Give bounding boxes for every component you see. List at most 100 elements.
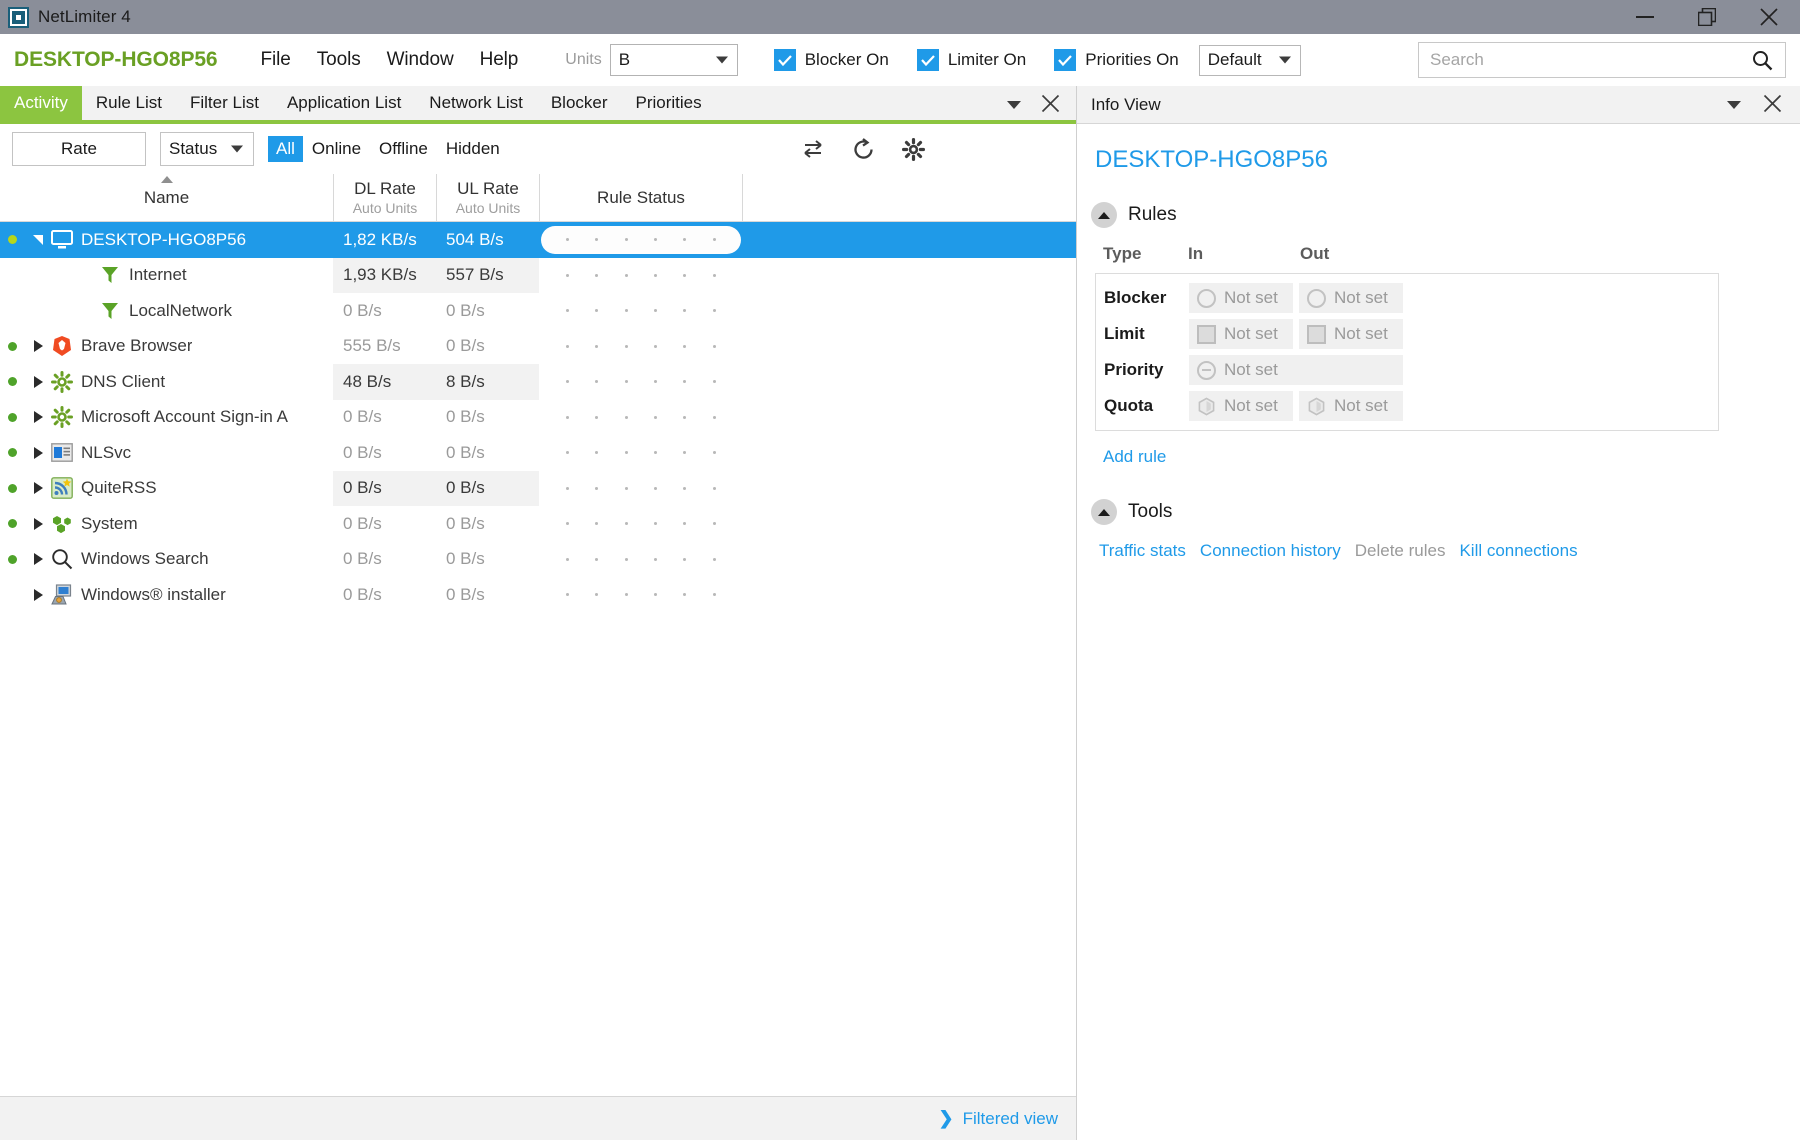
rule-blocker-in-button[interactable]: Not set: [1189, 283, 1293, 313]
menu-file[interactable]: File: [248, 45, 304, 75]
gear-icon[interactable]: [900, 136, 926, 162]
menu-window[interactable]: Window: [374, 45, 467, 75]
expand-arrow-icon[interactable]: [34, 340, 43, 352]
collapse-toggle-rules[interactable]: [1091, 202, 1117, 228]
column-header-name[interactable]: Name: [0, 174, 333, 221]
tab-network-list[interactable]: Network List: [415, 86, 537, 120]
rule-status-pill[interactable]: [541, 510, 741, 538]
expand-arrow-icon[interactable]: [34, 376, 43, 388]
limiter-toggle[interactable]: Limiter On: [917, 49, 1026, 71]
filtered-view-button[interactable]: ❯ Filtered view: [938, 1108, 1058, 1129]
row-rule-status[interactable]: [539, 293, 743, 329]
maximize-button[interactable]: [1676, 0, 1738, 34]
tab-rule-list[interactable]: Rule List: [82, 86, 176, 120]
profile-select[interactable]: Default: [1199, 45, 1301, 76]
row-rule-status[interactable]: [539, 329, 743, 365]
tab-application-list[interactable]: Application List: [273, 86, 415, 120]
rule-quota-in-button[interactable]: Not set: [1189, 391, 1293, 421]
add-rule-link[interactable]: Add rule: [1103, 447, 1166, 467]
rule-status-pill[interactable]: [541, 545, 741, 573]
rule-status-pill[interactable]: [541, 403, 741, 431]
rule-status-pill[interactable]: [541, 581, 741, 609]
search-box[interactable]: [1418, 42, 1786, 78]
rule-status-pill[interactable]: [541, 297, 741, 325]
table-row[interactable]: Windows® installer0 B/s0 B/s: [0, 577, 1076, 613]
row-rule-status[interactable]: [539, 435, 743, 471]
table-row[interactable]: DESKTOP-HGO8P561,82 KB/s504 B/s: [0, 222, 1076, 258]
tab-priorities[interactable]: Priorities: [622, 86, 716, 120]
row-rule-status[interactable]: [539, 400, 743, 436]
rule-blocker-out-button[interactable]: Not set: [1299, 283, 1403, 313]
row-rule-status[interactable]: [539, 542, 743, 578]
table-row[interactable]: QuiteRSS0 B/s0 B/s: [0, 471, 1076, 507]
state-filter-offline[interactable]: Offline: [370, 136, 437, 162]
state-filter-all[interactable]: All: [268, 136, 303, 162]
rule-limit-out-button[interactable]: Not set: [1299, 319, 1403, 349]
expand-arrow-icon[interactable]: [34, 589, 43, 601]
menu-tools[interactable]: Tools: [304, 45, 374, 75]
column-header-rule-status[interactable]: Rule Status: [539, 174, 743, 221]
chevron-down-icon[interactable]: [1727, 101, 1741, 109]
close-icon[interactable]: [1041, 94, 1060, 117]
row-twisty[interactable]: [27, 518, 49, 530]
row-twisty[interactable]: [27, 482, 49, 494]
table-row[interactable]: NLSvc0 B/s0 B/s: [0, 435, 1076, 471]
rule-priority-in-button[interactable]: Not set: [1189, 355, 1403, 385]
row-twisty[interactable]: [27, 376, 49, 388]
rule-limit-in-button[interactable]: Not set: [1189, 319, 1293, 349]
row-rule-status[interactable]: [539, 364, 743, 400]
priorities-toggle[interactable]: Priorities On: [1054, 49, 1179, 71]
tools-section-header[interactable]: Tools: [1091, 499, 1776, 525]
refresh-icon[interactable]: [850, 136, 876, 162]
rule-status-pill[interactable]: [541, 439, 741, 467]
swap-arrows-icon[interactable]: [800, 136, 826, 162]
row-rule-status[interactable]: [539, 258, 743, 294]
tab-blocker[interactable]: Blocker: [537, 86, 622, 120]
status-select[interactable]: Status: [160, 132, 254, 166]
tools-link-connection-history[interactable]: Connection history: [1200, 541, 1341, 561]
row-twisty[interactable]: [27, 447, 49, 459]
blocker-toggle[interactable]: Blocker On: [774, 49, 889, 71]
state-filter-hidden[interactable]: Hidden: [437, 136, 509, 162]
column-header-ul-rate[interactable]: UL Rate Auto Units: [436, 174, 539, 221]
tab-filter-list[interactable]: Filter List: [176, 86, 273, 120]
table-row[interactable]: Internet1,93 KB/s557 B/s: [0, 258, 1076, 294]
expand-arrow-icon[interactable]: [34, 482, 43, 494]
row-twisty[interactable]: [27, 411, 49, 423]
table-row[interactable]: System0 B/s0 B/s: [0, 506, 1076, 542]
tools-link-traffic-stats[interactable]: Traffic stats: [1099, 541, 1186, 561]
rule-status-pill[interactable]: [541, 368, 741, 396]
rule-status-pill[interactable]: [541, 474, 741, 502]
units-select[interactable]: B: [610, 44, 738, 76]
row-rule-status[interactable]: [539, 222, 743, 258]
search-input[interactable]: [1419, 50, 1746, 70]
table-row[interactable]: Brave Browser555 B/s0 B/s: [0, 329, 1076, 365]
rule-status-pill[interactable]: [541, 226, 741, 254]
rule-status-pill[interactable]: [541, 261, 741, 289]
search-icon[interactable]: [1746, 50, 1785, 71]
rules-section-header[interactable]: Rules: [1091, 202, 1776, 228]
expand-arrow-icon[interactable]: [34, 553, 43, 565]
rule-status-pill[interactable]: [541, 332, 741, 360]
chevron-down-icon[interactable]: [1007, 101, 1021, 109]
collapse-toggle-tools[interactable]: [1091, 499, 1117, 525]
tab-activity[interactable]: Activity: [0, 86, 82, 120]
table-row[interactable]: LocalNetwork0 B/s0 B/s: [0, 293, 1076, 329]
minimize-button[interactable]: [1614, 0, 1676, 34]
column-header-dl-rate[interactable]: DL Rate Auto Units: [333, 174, 436, 221]
table-row[interactable]: DNS Client48 B/s8 B/s: [0, 364, 1076, 400]
row-twisty[interactable]: [27, 235, 49, 245]
row-twisty[interactable]: [27, 589, 49, 601]
rule-quota-out-button[interactable]: Not set: [1299, 391, 1403, 421]
row-rule-status[interactable]: [539, 471, 743, 507]
row-twisty[interactable]: [27, 553, 49, 565]
expand-arrow-icon[interactable]: [34, 411, 43, 423]
state-filter-online[interactable]: Online: [303, 136, 370, 162]
table-row[interactable]: Microsoft Account Sign-in A0 B/s0 B/s: [0, 400, 1076, 436]
row-rule-status[interactable]: [539, 577, 743, 613]
table-row[interactable]: Windows Search0 B/s0 B/s: [0, 542, 1076, 578]
expand-arrow-icon[interactable]: [34, 447, 43, 459]
tools-link-kill-connections[interactable]: Kill connections: [1459, 541, 1577, 561]
rate-button[interactable]: Rate: [12, 132, 146, 166]
menu-help[interactable]: Help: [467, 45, 532, 75]
